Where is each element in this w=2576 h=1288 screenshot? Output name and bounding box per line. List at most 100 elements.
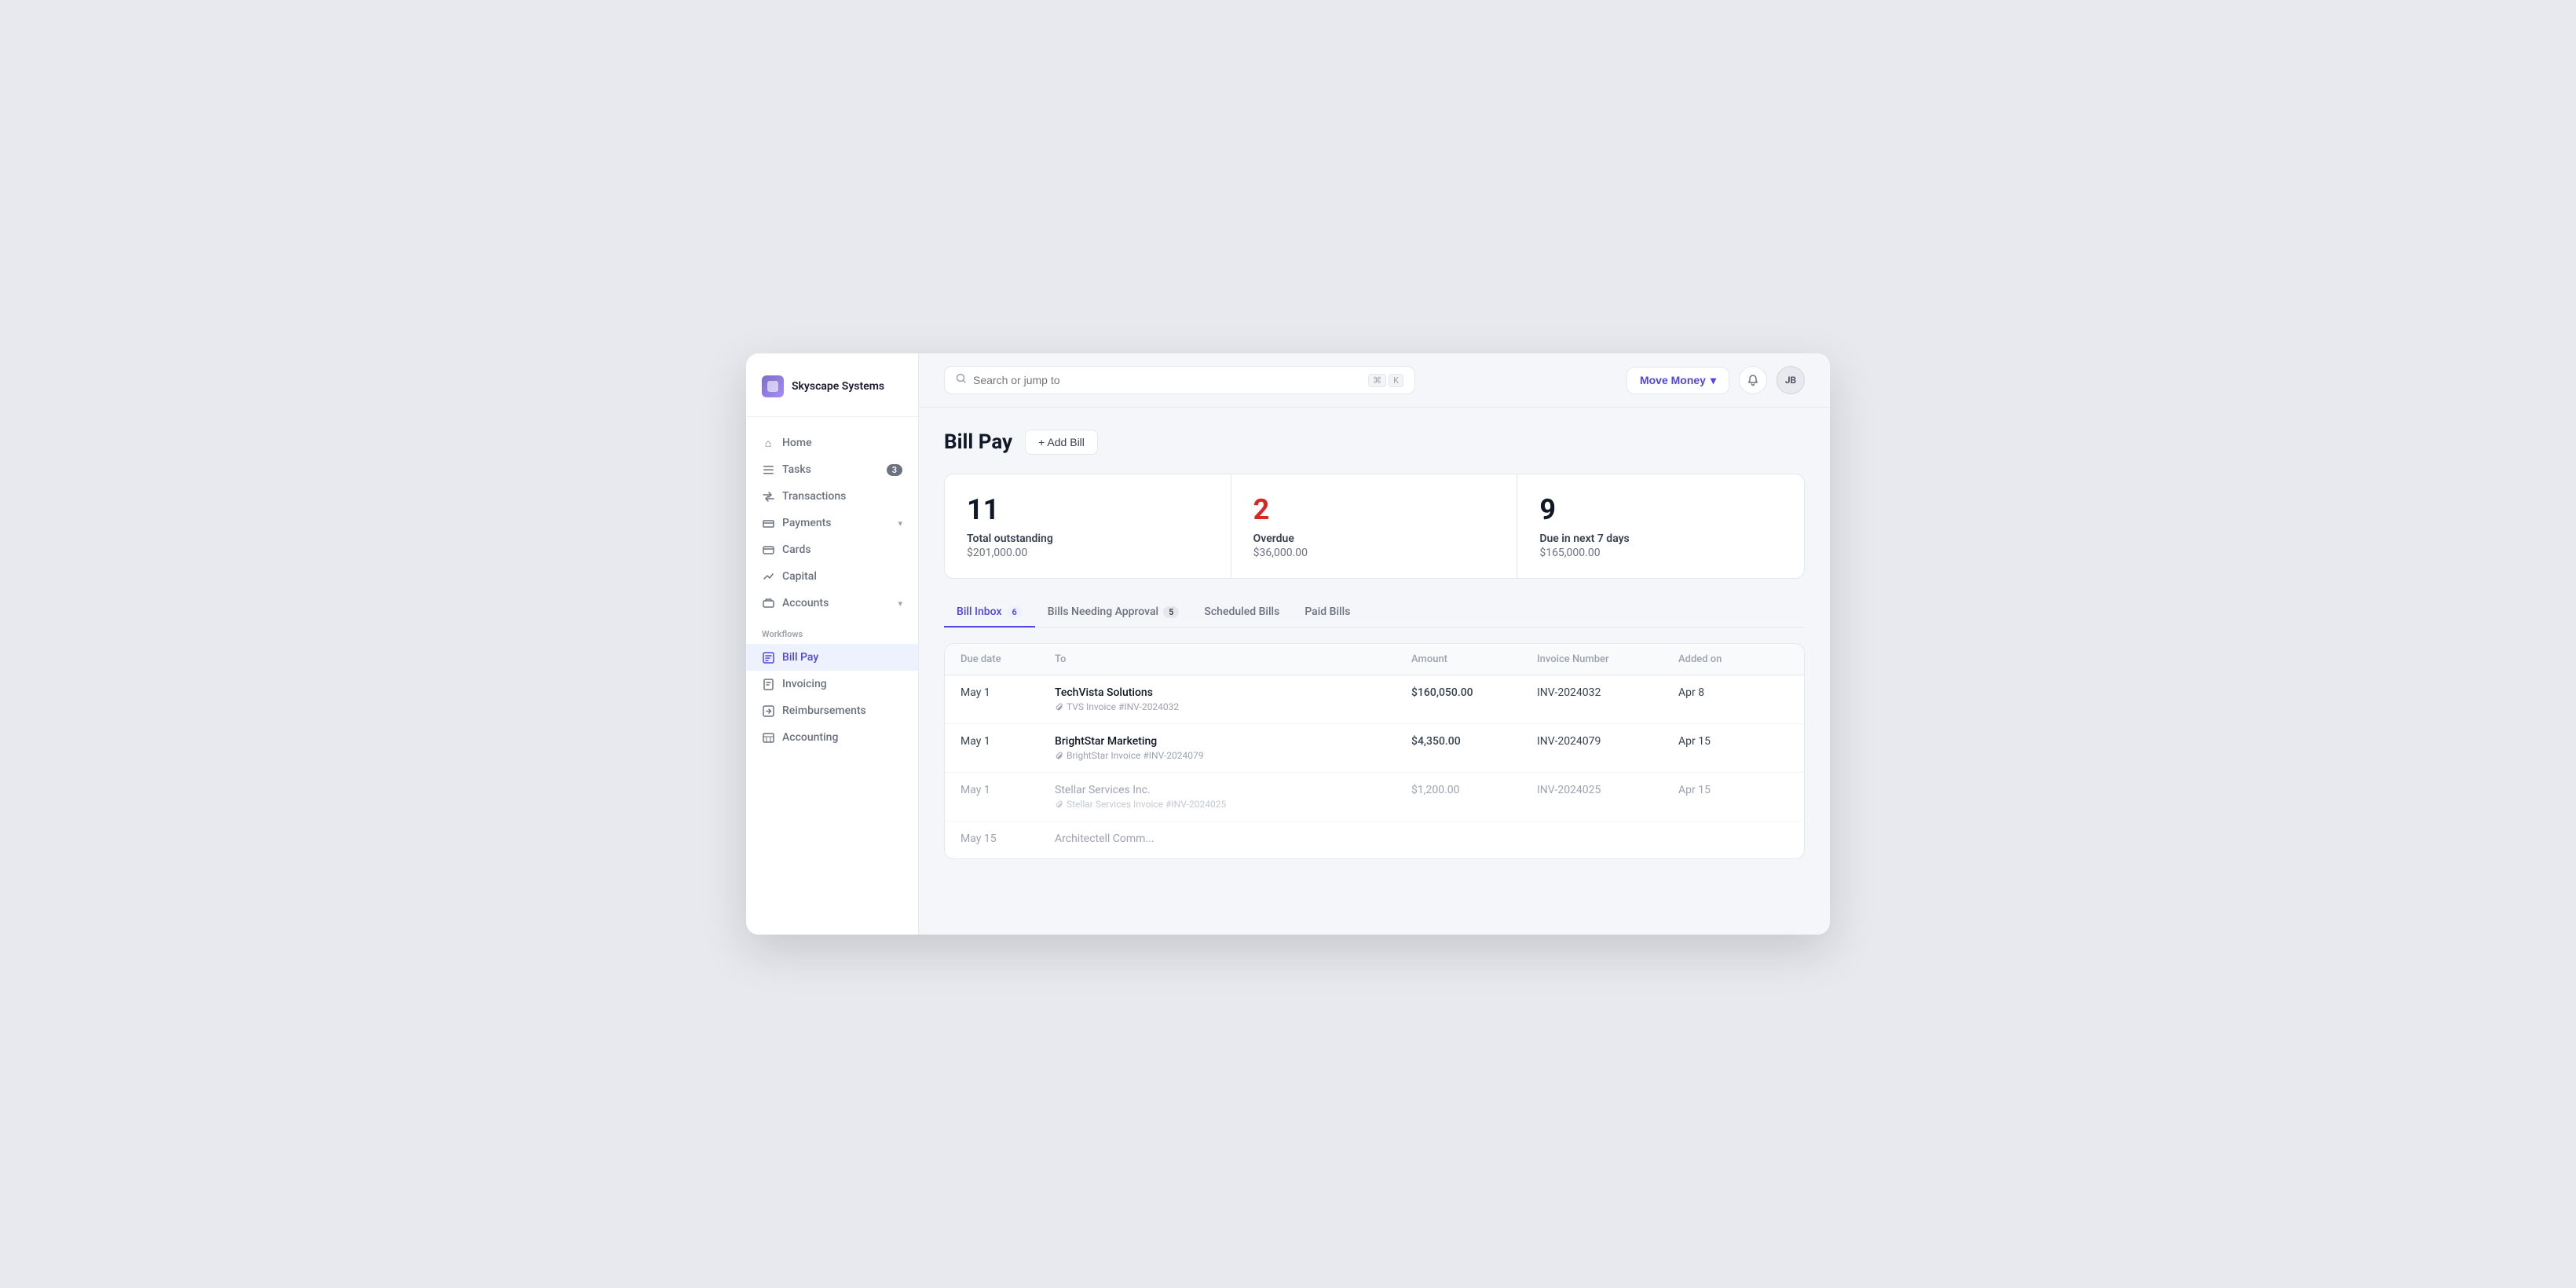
move-money-button[interactable]: Move Money ▾ xyxy=(1626,367,1729,394)
tasks-badge: 3 xyxy=(887,464,902,476)
row1-vendor-info: TechVista Solutions TVS Invoice #INV-202… xyxy=(1055,686,1411,712)
row2-invoice-number: INV-2024079 xyxy=(1537,735,1678,748)
table-row[interactable]: May 1 TechVista Solutions TVS Invoice #I… xyxy=(945,675,1804,724)
cmd-key: ⌘ xyxy=(1368,374,1386,387)
move-money-label: Move Money xyxy=(1640,374,1706,386)
search-bar[interactable]: ⌘ K xyxy=(944,366,1415,394)
sidebar-item-reimbursements[interactable]: Reimbursements xyxy=(746,697,918,724)
brand: Skyscape Systems xyxy=(746,353,918,417)
brand-icon xyxy=(762,375,784,397)
row2-vendor-name: BrightStar Marketing xyxy=(1055,735,1411,748)
sidebar-item-invoicing-label: Invoicing xyxy=(782,678,827,690)
page-header: Bill Pay + Add Bill xyxy=(944,430,1805,455)
tab-bill-inbox-badge: 6 xyxy=(1007,606,1023,618)
sidebar-item-bill-pay[interactable]: Bill Pay xyxy=(746,644,918,671)
cards-icon xyxy=(762,543,774,556)
tab-bills-needing-approval-label: Bills Needing Approval xyxy=(1048,606,1158,618)
bell-icon xyxy=(1747,374,1759,386)
accounting-icon xyxy=(762,731,774,744)
tab-bills-needing-approval[interactable]: Bills Needing Approval 5 xyxy=(1035,598,1192,628)
row3-invoice-number: INV-2024025 xyxy=(1537,784,1678,796)
table-header: Due date To Amount Invoice Number Added … xyxy=(945,644,1804,675)
col-header-added-on: Added on xyxy=(1678,653,1788,665)
table-row-4[interactable]: May 15 Architectell Comm... xyxy=(945,821,1804,858)
sidebar-item-payments-label: Payments xyxy=(782,517,832,529)
row2-amount: $4,350.00 xyxy=(1411,735,1537,748)
row2-invoice-ref: BrightStar Invoice #INV-2024079 xyxy=(1055,750,1411,761)
row2-vendor-info: BrightStar Marketing BrightStar Invoice … xyxy=(1055,735,1411,761)
sidebar-item-tasks-label: Tasks xyxy=(782,463,811,476)
topbar: ⌘ K Move Money ▾ JB xyxy=(919,353,1830,408)
search-shortcut: ⌘ K xyxy=(1368,374,1403,387)
stat-card-total: 11 Total outstanding $201,000.00 xyxy=(945,474,1231,578)
bills-table: Due date To Amount Invoice Number Added … xyxy=(944,643,1805,859)
search-input[interactable] xyxy=(973,374,1362,386)
row1-amount: $160,050.00 xyxy=(1411,686,1537,699)
attachment-icon xyxy=(1055,703,1063,712)
sidebar-item-accounts[interactable]: Accounts ▾ xyxy=(746,590,918,617)
row1-invoice-number: INV-2024032 xyxy=(1537,686,1678,699)
invoicing-icon xyxy=(762,678,774,690)
stat-overdue-number: 2 xyxy=(1253,493,1495,526)
tasks-icon xyxy=(762,463,774,476)
avatar-initials: JB xyxy=(1785,375,1796,386)
stat-total-amount: $201,000.00 xyxy=(967,547,1209,559)
table-row-1[interactable]: May 1 TechVista Solutions TVS Invoice #I… xyxy=(945,675,1804,723)
sidebar-item-cards[interactable]: Cards xyxy=(746,536,918,563)
topbar-right: Move Money ▾ JB xyxy=(1626,366,1805,394)
add-bill-label: + Add Bill xyxy=(1038,436,1085,448)
sidebar-item-invoicing[interactable]: Invoicing xyxy=(746,671,918,697)
stat-overdue-label: Overdue xyxy=(1253,532,1495,545)
sidebar-item-reimbursements-label: Reimbursements xyxy=(782,704,866,717)
row3-amount: $1,200.00 xyxy=(1411,784,1537,796)
row3-invoice-ref: Stellar Services Invoice #INV-2024025 xyxy=(1055,799,1411,810)
row3-vendor-info: Stellar Services Inc. Stellar Services I… xyxy=(1055,784,1411,810)
tab-paid-bills[interactable]: Paid Bills xyxy=(1292,598,1363,628)
payments-chevron-icon: ▾ xyxy=(898,518,902,529)
k-key: K xyxy=(1389,374,1403,387)
tab-scheduled-bills[interactable]: Scheduled Bills xyxy=(1191,598,1292,628)
attachment-icon xyxy=(1055,752,1063,760)
stat-upcoming-amount: $165,000.00 xyxy=(1539,547,1782,559)
table-row-2[interactable]: May 1 BrightStar Marketing BrightStar In… xyxy=(945,724,1804,772)
table-row-3[interactable]: May 1 Stellar Services Inc. Stellar Serv… xyxy=(945,773,1804,821)
tab-bills-needing-approval-badge: 5 xyxy=(1163,606,1179,618)
table-row[interactable]: May 15 Architectell Comm... xyxy=(945,821,1804,858)
sidebar-item-tasks[interactable]: Tasks 3 xyxy=(746,456,918,483)
page-content: Bill Pay + Add Bill 11 Total outstanding… xyxy=(919,408,1830,935)
attachment-icon xyxy=(1055,800,1063,809)
brand-name: Skyscape Systems xyxy=(792,380,884,393)
tab-bill-inbox[interactable]: Bill Inbox 6 xyxy=(944,598,1035,628)
add-bill-button[interactable]: + Add Bill xyxy=(1025,430,1098,455)
col-header-due-date: Due date xyxy=(961,653,1055,665)
row1-invoice-ref: TVS Invoice #INV-2024032 xyxy=(1055,701,1411,712)
sidebar-item-payments[interactable]: Payments ▾ xyxy=(746,510,918,536)
row1-added-on: Apr 8 xyxy=(1678,686,1788,699)
sidebar-item-transactions[interactable]: Transactions xyxy=(746,483,918,510)
workflows-section-label: Workflows xyxy=(746,617,918,644)
sidebar-item-accounting[interactable]: Accounting xyxy=(746,724,918,751)
row3-due-date: May 1 xyxy=(961,784,1055,796)
table-row[interactable]: May 1 BrightStar Marketing BrightStar In… xyxy=(945,724,1804,773)
tab-scheduled-bills-label: Scheduled Bills xyxy=(1204,606,1279,618)
notifications-button[interactable] xyxy=(1739,366,1767,394)
row4-due-date: May 15 xyxy=(961,832,1055,845)
row4-vendor-name: Architectell Comm... xyxy=(1055,832,1411,845)
table-row[interactable]: May 1 Stellar Services Inc. Stellar Serv… xyxy=(945,773,1804,821)
stats-row: 11 Total outstanding $201,000.00 2 Overd… xyxy=(944,474,1805,579)
sidebar-item-accounts-label: Accounts xyxy=(782,597,829,609)
sidebar-item-home[interactable]: ⌂ Home xyxy=(746,430,918,456)
col-header-amount: Amount xyxy=(1411,653,1537,665)
sidebar-item-capital[interactable]: Capital xyxy=(746,563,918,590)
stat-card-upcoming: 9 Due in next 7 days $165,000.00 xyxy=(1517,474,1804,578)
user-avatar[interactable]: JB xyxy=(1776,366,1805,394)
stat-total-number: 11 xyxy=(967,493,1209,526)
row2-due-date: May 1 xyxy=(961,735,1055,748)
stat-card-overdue: 2 Overdue $36,000.00 xyxy=(1231,474,1518,578)
sidebar-item-bill-pay-label: Bill Pay xyxy=(782,651,818,664)
sidebar-item-cards-label: Cards xyxy=(782,543,811,556)
sidebar-item-transactions-label: Transactions xyxy=(782,490,846,503)
tabs-row: Bill Inbox 6 Bills Needing Approval 5 Sc… xyxy=(944,598,1805,628)
sidebar-item-capital-label: Capital xyxy=(782,570,817,583)
row3-vendor-name: Stellar Services Inc. xyxy=(1055,784,1411,796)
